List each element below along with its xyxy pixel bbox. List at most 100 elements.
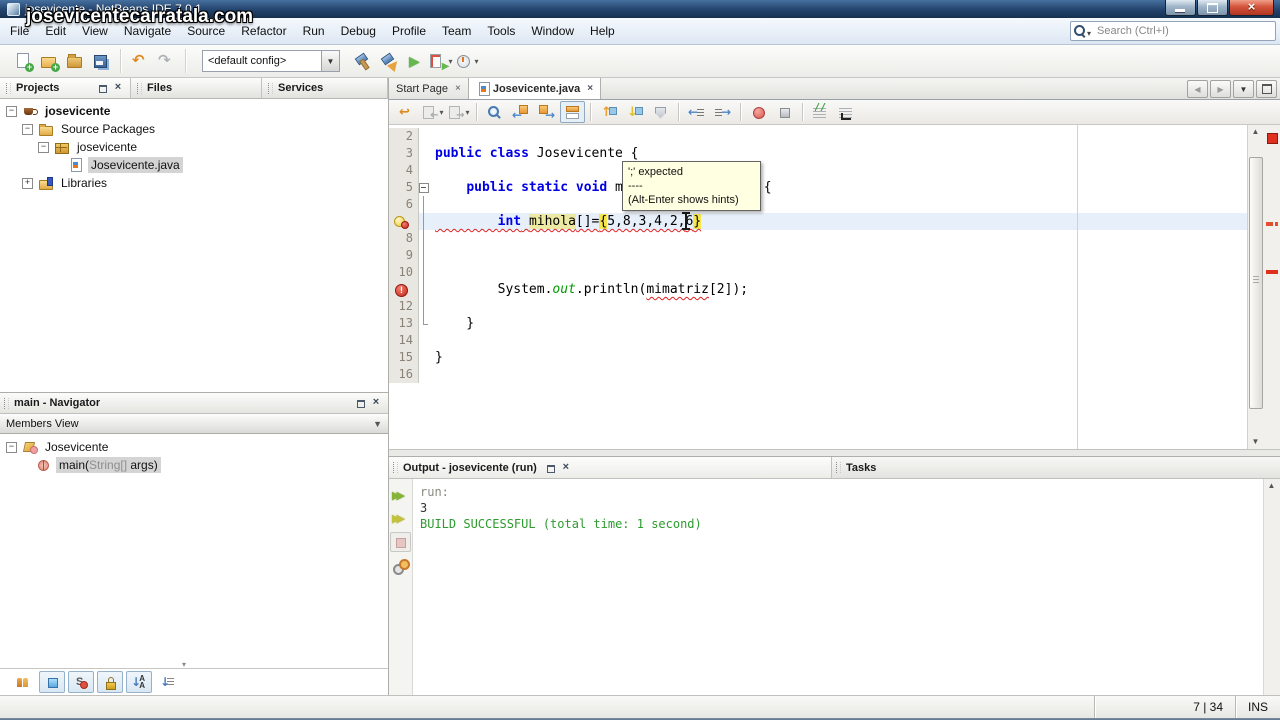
- scroll-down-icon[interactable]: ▼: [1249, 436, 1262, 448]
- code-line-15[interactable]: 15}: [389, 349, 1247, 366]
- stop-macro-recording-button[interactable]: [772, 101, 797, 123]
- navigator-tree[interactable]: − Josevicente main(String[] args): [0, 434, 388, 668]
- gutter-line-15[interactable]: 15: [389, 349, 419, 366]
- minimize-panel-icon[interactable]: [355, 397, 367, 409]
- gutter-line-10[interactable]: 10: [389, 264, 419, 281]
- back-button[interactable]: ▾: [420, 101, 445, 123]
- projects-item-source-packages[interactable]: − Source Packages: [0, 120, 388, 138]
- tab-output[interactable]: Output - josevicente (run): [389, 457, 832, 478]
- menu-debug[interactable]: Debug: [333, 24, 384, 38]
- code-line-12[interactable]: 12: [389, 298, 1247, 315]
- code-text[interactable]: int mihola[]={5,8,3,4,2,6}: [429, 212, 1247, 230]
- minimize-button[interactable]: [1165, 0, 1196, 16]
- code-line-2[interactable]: 2: [389, 128, 1247, 145]
- menu-profile[interactable]: Profile: [384, 24, 434, 38]
- previous-bookmark-button[interactable]: [596, 101, 621, 123]
- new-project-button[interactable]: [36, 48, 62, 74]
- fields-filter-button[interactable]: [39, 671, 65, 693]
- tab-services[interactable]: Services: [262, 78, 388, 98]
- code-fold-icon[interactable]: [419, 179, 429, 196]
- code-editor[interactable]: 2 3 public class Josevicente {4 5 public st…: [389, 125, 1280, 449]
- code-text[interactable]: [429, 128, 1247, 145]
- debug-button[interactable]: ▾: [428, 48, 454, 74]
- gutter-line-6[interactable]: 6: [389, 196, 419, 213]
- find-previous-button[interactable]: [508, 101, 533, 123]
- minimize-panel-icon[interactable]: [545, 462, 557, 474]
- code-text[interactable]: [429, 264, 1247, 281]
- editor-scrollbar[interactable]: ▲ ▼: [1247, 125, 1264, 449]
- navigator-item-josevicente[interactable]: − Josevicente: [0, 438, 388, 456]
- projects-tree[interactable]: − josevicente − Source Packages − josevicente…: [0, 99, 388, 392]
- navigator-header[interactable]: main - Navigator: [0, 393, 388, 414]
- close-tab-icon[interactable]: ×: [455, 83, 461, 94]
- code-text[interactable]: }: [429, 315, 1247, 332]
- code-line-6[interactable]: 6: [389, 196, 1247, 213]
- comment-button[interactable]: [808, 101, 833, 123]
- quick-search[interactable]: ▾: [1070, 21, 1276, 41]
- find-next-button[interactable]: [534, 101, 559, 123]
- menu-window[interactable]: Window: [523, 24, 582, 38]
- code-text[interactable]: [429, 298, 1247, 315]
- code-text[interactable]: [429, 230, 1247, 247]
- projects-item-josevicente-java[interactable]: Josevicente.java: [0, 156, 388, 174]
- code-line-14[interactable]: 14: [389, 332, 1247, 349]
- uncomment-button[interactable]: [834, 101, 859, 123]
- shift-line-left-button[interactable]: [684, 101, 709, 123]
- close-button[interactable]: [1229, 0, 1274, 16]
- scroll-up-icon[interactable]: ▲: [1265, 480, 1278, 492]
- clean-build-button[interactable]: [376, 48, 402, 74]
- gutter-line-16[interactable]: 16: [389, 366, 419, 383]
- gutter-line-12[interactable]: 12: [389, 298, 419, 315]
- toggle-bookmark-button[interactable]: [648, 101, 673, 123]
- minimize-panel-icon[interactable]: [97, 82, 109, 94]
- menu-team[interactable]: Team: [434, 24, 479, 38]
- projects-item-libraries[interactable]: + Libraries: [0, 174, 388, 192]
- gutter-line-14[interactable]: 14: [389, 332, 419, 349]
- open-project-button[interactable]: [62, 48, 88, 74]
- next-bookmark-button[interactable]: [622, 101, 647, 123]
- search-input[interactable]: [1093, 25, 1275, 37]
- code-line-10[interactable]: 10: [389, 264, 1247, 281]
- build-button[interactable]: [350, 48, 376, 74]
- chevron-down-icon[interactable]: ▼: [321, 51, 339, 71]
- output-scrollbar[interactable]: ▲: [1263, 479, 1280, 695]
- output-console[interactable]: run: 3 BUILD SUCCESSFUL (total time: 1 sec…: [413, 479, 1263, 695]
- gutter-line-7[interactable]: [389, 213, 419, 230]
- rerun-button[interactable]: [391, 486, 410, 504]
- editor-tab-josevicente-java[interactable]: Josevicente.java ×: [468, 78, 602, 99]
- maximize-button[interactable]: [1197, 0, 1228, 16]
- error-stripe-mark[interactable]: [1266, 222, 1278, 226]
- gutter-line-11[interactable]: [389, 281, 419, 298]
- code-text[interactable]: public static void main(String args[]){: [429, 179, 1247, 196]
- scrollbar-thumb[interactable]: [1249, 157, 1263, 409]
- non-public-members-filter-button[interactable]: [97, 671, 123, 693]
- gutter-line-2[interactable]: 2: [389, 128, 419, 145]
- code-text[interactable]: }: [429, 349, 1247, 366]
- tab-list-button[interactable]: ▼: [1233, 80, 1254, 98]
- start-macro-recording-button[interactable]: [746, 101, 771, 123]
- tab-tasks[interactable]: Tasks: [832, 457, 1280, 478]
- run-button[interactable]: [402, 48, 428, 74]
- gutter-line-8[interactable]: 8: [389, 230, 419, 247]
- close-tab-icon[interactable]: ×: [587, 83, 593, 94]
- code-line-8[interactable]: 8: [389, 230, 1247, 247]
- code-line-16[interactable]: 16: [389, 366, 1247, 383]
- code-line-7[interactable]: int mihola[]={5,8,3,4,2,6}: [389, 212, 1247, 230]
- code-line-9[interactable]: 9: [389, 247, 1247, 264]
- code-text[interactable]: [429, 162, 1247, 179]
- collapse-icon[interactable]: −: [38, 141, 49, 153]
- gutter-line-9[interactable]: 9: [389, 247, 419, 264]
- collapse-icon[interactable]: −: [6, 105, 17, 117]
- code-line-3[interactable]: 3 public class Josevicente {: [389, 145, 1247, 162]
- menu-help[interactable]: Help: [582, 24, 623, 38]
- save-all-button[interactable]: [88, 48, 114, 74]
- error-stripe[interactable]: [1264, 125, 1280, 449]
- sort-by-source-filter-button[interactable]: [155, 671, 181, 693]
- expand-icon[interactable]: +: [22, 177, 33, 189]
- tab-projects[interactable]: Projects: [0, 78, 131, 98]
- navigator-item-main-string-args[interactable]: main(String[] args): [0, 456, 388, 474]
- code-text[interactable]: public class Josevicente {: [429, 145, 1247, 162]
- close-panel-icon[interactable]: [560, 461, 572, 474]
- code-line-5[interactable]: 5 public static void main(String args[])…: [389, 179, 1247, 196]
- navigator-view-selector[interactable]: Members View ▼: [0, 414, 388, 434]
